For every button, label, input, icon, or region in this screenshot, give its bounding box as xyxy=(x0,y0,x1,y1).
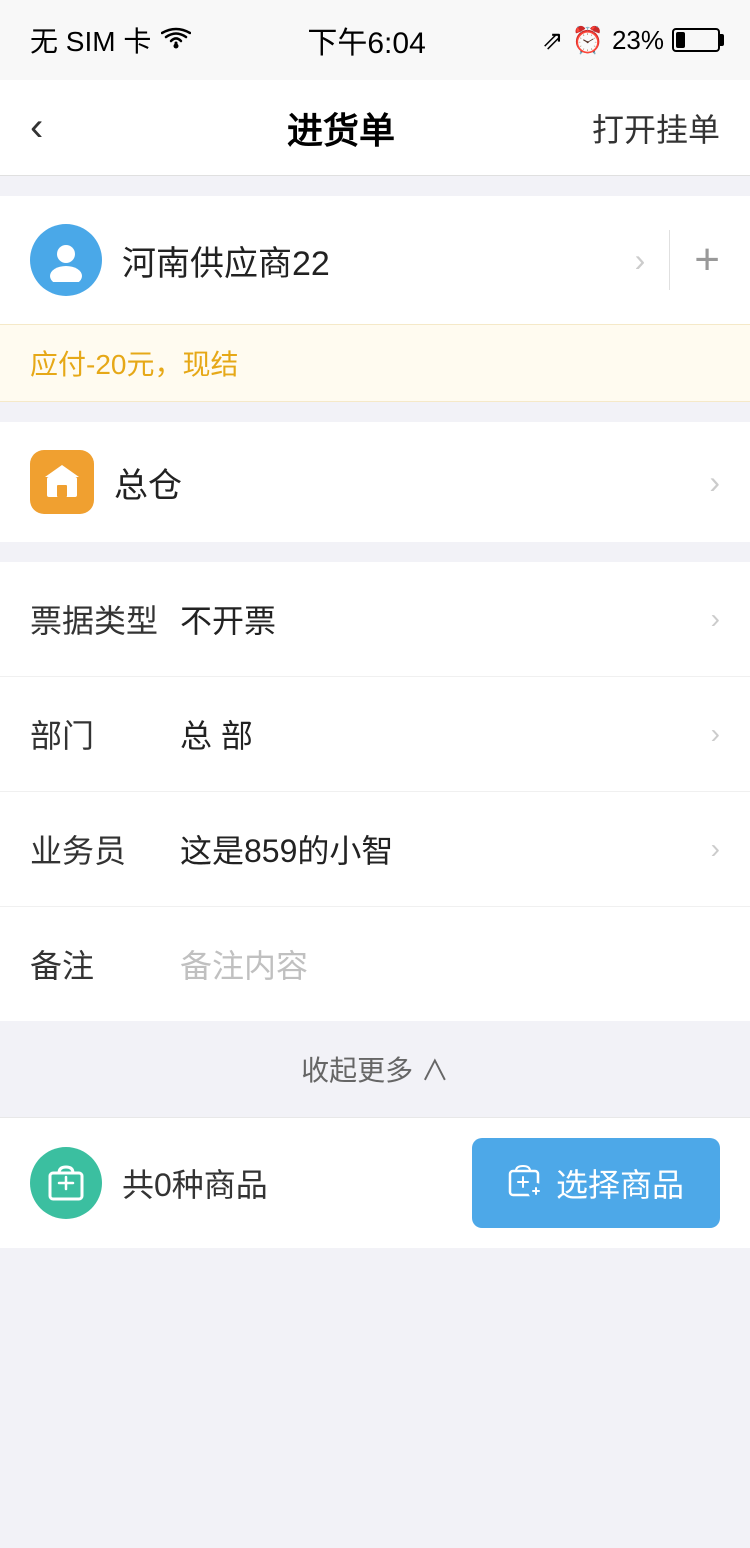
department-value: 总 部 xyxy=(160,711,711,757)
gap-1 xyxy=(0,176,750,196)
remark-label: 备注 xyxy=(30,941,160,987)
salesman-chevron-icon: › xyxy=(711,833,720,865)
add-supplier-button[interactable]: + xyxy=(694,235,720,285)
supplier-row[interactable]: 河南供应商22 › + xyxy=(0,196,750,324)
supplier-chevron-icon: › xyxy=(635,242,646,279)
notice-bar: 应付-20元，现结 xyxy=(0,324,750,402)
warehouse-row[interactable]: 总仓 › xyxy=(0,422,750,542)
salesman-row[interactable]: 业务员 这是859的小智 › xyxy=(0,792,750,907)
warehouse-chevron-icon: › xyxy=(709,464,720,501)
gap-3 xyxy=(0,542,750,562)
goods-count: 共0种商品 xyxy=(122,1160,472,1206)
select-goods-label: 选择商品 xyxy=(556,1160,684,1206)
warehouse-card: 总仓 › xyxy=(0,422,750,542)
warehouse-icon xyxy=(30,450,94,514)
status-left: 无 SIM 卡 xyxy=(30,20,191,60)
divider xyxy=(669,230,670,290)
goods-icon-wrap xyxy=(30,1147,102,1219)
notice-text: 应付-20元，现结 xyxy=(30,349,238,380)
page-title: 进货单 xyxy=(287,102,395,154)
status-right: ⇗ ⏰ 23% xyxy=(542,25,720,56)
battery-percentage: 23% xyxy=(612,25,664,56)
collapse-row[interactable]: 收起更多 ∧ xyxy=(0,1021,750,1117)
select-goods-button[interactable]: 选择商品 xyxy=(472,1138,720,1228)
status-time: 下午6:04 xyxy=(307,18,425,62)
status-bar: 无 SIM 卡 下午6:04 ⇗ ⏰ 23% xyxy=(0,0,750,80)
remark-input[interactable]: 备注内容 xyxy=(160,941,720,987)
page-rest xyxy=(0,1248,750,1548)
gap-2 xyxy=(0,402,750,422)
bottom-bar: 共0种商品 选择商品 xyxy=(0,1117,750,1248)
invoice-type-value: 不开票 xyxy=(160,596,711,642)
invoice-type-label: 票据类型 xyxy=(30,596,160,642)
warehouse-name: 总仓 xyxy=(114,458,709,507)
collapse-label: 收起更多 ∧ xyxy=(301,1055,449,1086)
department-row[interactable]: 部门 总 部 › xyxy=(0,677,750,792)
remark-row[interactable]: 备注 备注内容 xyxy=(0,907,750,1021)
department-label: 部门 xyxy=(30,711,160,757)
department-chevron-icon: › xyxy=(711,718,720,750)
back-button[interactable]: ‹ xyxy=(30,105,90,150)
alarm-icon: ⏰ xyxy=(572,25,604,56)
wifi-icon xyxy=(161,24,191,56)
supplier-name: 河南供应商22 xyxy=(122,236,635,285)
location-icon: ⇗ xyxy=(542,25,564,56)
supplier-avatar xyxy=(30,224,102,296)
invoice-chevron-icon: › xyxy=(711,603,720,635)
nav-bar: ‹ 进货单 打开挂单 xyxy=(0,80,750,176)
carrier-text: 无 SIM 卡 xyxy=(30,20,151,60)
supplier-card: 河南供应商22 › + 应付-20元，现结 xyxy=(0,196,750,402)
battery-icon xyxy=(672,28,720,52)
form-section: 票据类型 不开票 › 部门 总 部 › 业务员 这是859的小智 › 备注 备注… xyxy=(0,562,750,1021)
salesman-value: 这是859的小智 xyxy=(160,826,711,872)
open-pending-button[interactable]: 打开挂单 xyxy=(592,105,720,151)
invoice-type-row[interactable]: 票据类型 不开票 › xyxy=(0,562,750,677)
salesman-label: 业务员 xyxy=(30,826,160,872)
